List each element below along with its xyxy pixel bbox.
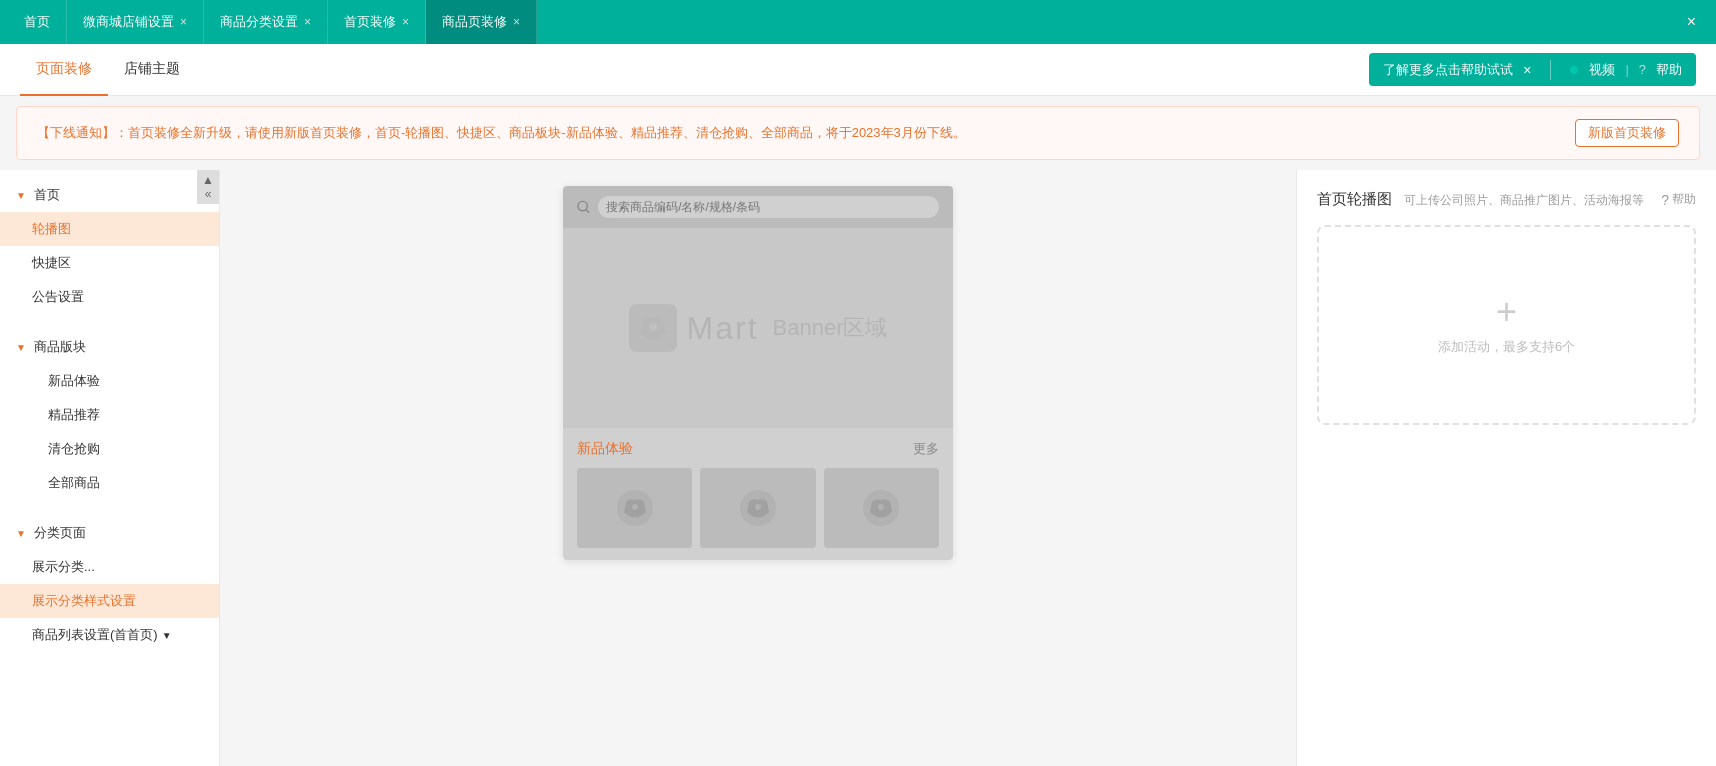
nav-product-list-settings[interactable]: 商品列表设置(首首页) ▼ (0, 618, 219, 652)
arrow-right-icon: ▼ (162, 630, 172, 641)
help-label[interactable]: 帮助 (1656, 61, 1682, 79)
arrow-down-icon-2: ▼ (16, 342, 26, 353)
sidebar: ▲ « ▼ 首页 轮播图 快捷区 公告设置 ▼ 商品版块 (0, 170, 220, 766)
plus-icon: + (1496, 294, 1517, 330)
svg-point-2 (649, 323, 657, 331)
product-section-title: 新品体验 (577, 440, 633, 458)
banner-logo-text: Mart (687, 310, 759, 347)
tab-bar: 首页 微商城店铺设置 × 商品分类设置 × 首页装修 × 商品页装修 × × (0, 0, 1716, 44)
nav-show-category[interactable]: 展示分类... (0, 550, 219, 584)
help-divider (1550, 60, 1551, 80)
nav-product-block-title[interactable]: ▼ 商品版块 (0, 330, 219, 364)
tab-store-settings[interactable]: 微商城店铺设置 × (67, 0, 204, 44)
search-icon (577, 200, 590, 214)
right-panel-help-button[interactable]: ? 帮助 (1661, 191, 1696, 208)
nav-featured[interactable]: 精品推荐 (0, 398, 219, 432)
help-circle-icon: ? (1639, 62, 1646, 77)
sidebar-collapse-button[interactable]: ▲ « (197, 170, 219, 204)
help-banner-close[interactable]: × (1523, 62, 1531, 78)
product-grid (577, 468, 939, 548)
add-activity-area[interactable]: + 添加活动，最多支持6个 (1317, 225, 1696, 425)
help-circle-icon-2: ? (1661, 192, 1669, 208)
nav-section-home: ▼ 首页 轮播图 快捷区 公告设置 (0, 170, 219, 322)
close-tab-store-settings[interactable]: × (180, 15, 187, 29)
right-panel-subtitle: 可上传公司照片、商品推广图片、活动海报等 (1404, 193, 1644, 207)
banner-area-label: Banner区域 (773, 313, 888, 343)
product-search-input[interactable] (598, 196, 939, 218)
product-card-2 (700, 468, 815, 548)
nav-new-experience[interactable]: 新品体验 (0, 364, 219, 398)
close-all-button[interactable]: × (1675, 13, 1708, 31)
tab-store-theme[interactable]: 店铺主题 (108, 44, 196, 96)
tab-home-decor[interactable]: 首页装修 × (328, 0, 426, 44)
arrow-down-icon: ▼ (16, 190, 26, 201)
main-layout: ▲ « ▼ 首页 轮播图 快捷区 公告设置 ▼ 商品版块 (0, 170, 1716, 766)
help-banner-text: 了解更多点击帮助试试 (1383, 61, 1513, 79)
product-card-1 (577, 468, 692, 548)
product-card-3 (824, 468, 939, 548)
add-area-text: 添加活动，最多支持6个 (1438, 338, 1575, 356)
close-tab-product-decor[interactable]: × (513, 15, 520, 29)
right-panel-title: 首页轮播图 (1317, 190, 1392, 207)
video-icon: ● (1569, 59, 1580, 80)
product-section-more: 更多 (913, 440, 939, 458)
sub-toolbar: 页面装修 店铺主题 了解更多点击帮助试试 × ● 视频 | ? 帮助 (0, 44, 1716, 96)
help-banner: 了解更多点击帮助试试 × ● 视频 | ? 帮助 (1369, 53, 1696, 86)
svg-point-5 (878, 504, 884, 510)
right-panel: 首页轮播图 可上传公司照片、商品推广图片、活动海报等 ? 帮助 + 添加活动，最… (1296, 170, 1716, 766)
video-label[interactable]: 视频 (1589, 61, 1615, 79)
notice-text: 【下线通知】：首页装修全新升级，请使用新版首页装修，首页-轮播图、快捷区、商品板… (37, 124, 1565, 142)
product-section: 新品体验 更多 (563, 428, 953, 560)
close-tab-home-decor[interactable]: × (402, 15, 409, 29)
tab-page-decor[interactable]: 页面装修 (20, 44, 108, 96)
nav-category-style[interactable]: 展示分类样式设置 (0, 584, 219, 618)
tab-product-decor[interactable]: 商品页装修 × (426, 0, 537, 44)
new-homepage-decor-button[interactable]: 新版首页装修 (1575, 119, 1679, 147)
nav-clearance[interactable]: 清仓抢购 (0, 432, 219, 466)
nav-section-category: ▼ 分类页面 展示分类... 展示分类样式设置 商品列表设置(首首页) ▼ (0, 508, 219, 660)
nav-shortcuts[interactable]: 快捷区 (0, 246, 219, 280)
nav-home-title[interactable]: ▼ 首页 (0, 178, 219, 212)
svg-point-3 (632, 504, 638, 510)
preview-phone: Mart Banner区域 新品体验 更多 (563, 186, 953, 560)
product-section-header: 新品体验 更多 (577, 440, 939, 458)
close-tab-category-settings[interactable]: × (304, 15, 311, 29)
notice-bar: 【下线通知】：首页装修全新升级，请使用新版首页装修，首页-轮播图、快捷区、商品板… (16, 106, 1700, 160)
tab-home[interactable]: 首页 (8, 0, 67, 44)
preview-area: Mart Banner区域 新品体验 更多 (220, 170, 1296, 766)
phone-search-bar (563, 186, 953, 228)
nav-category-title[interactable]: ▼ 分类页面 (0, 516, 219, 550)
right-panel-header: 首页轮播图 可上传公司照片、商品推广图片、活动海报等 ? 帮助 (1317, 190, 1696, 209)
banner-area: Mart Banner区域 (563, 228, 953, 428)
nav-section-product-block: ▼ 商品版块 新品体验 精品推荐 清仓抢购 全部商品 (0, 322, 219, 508)
svg-point-4 (755, 504, 761, 510)
banner-logo: Mart Banner区域 (629, 304, 888, 352)
svg-point-0 (578, 201, 587, 210)
svg-line-1 (586, 210, 589, 213)
nav-banner[interactable]: 轮播图 (0, 212, 219, 246)
nav-notice[interactable]: 公告设置 (0, 280, 219, 314)
banner-logo-icon (629, 304, 677, 352)
tab-category-settings[interactable]: 商品分类设置 × (204, 0, 328, 44)
arrow-down-icon-3: ▼ (16, 528, 26, 539)
nav-all-products[interactable]: 全部商品 (0, 466, 219, 500)
